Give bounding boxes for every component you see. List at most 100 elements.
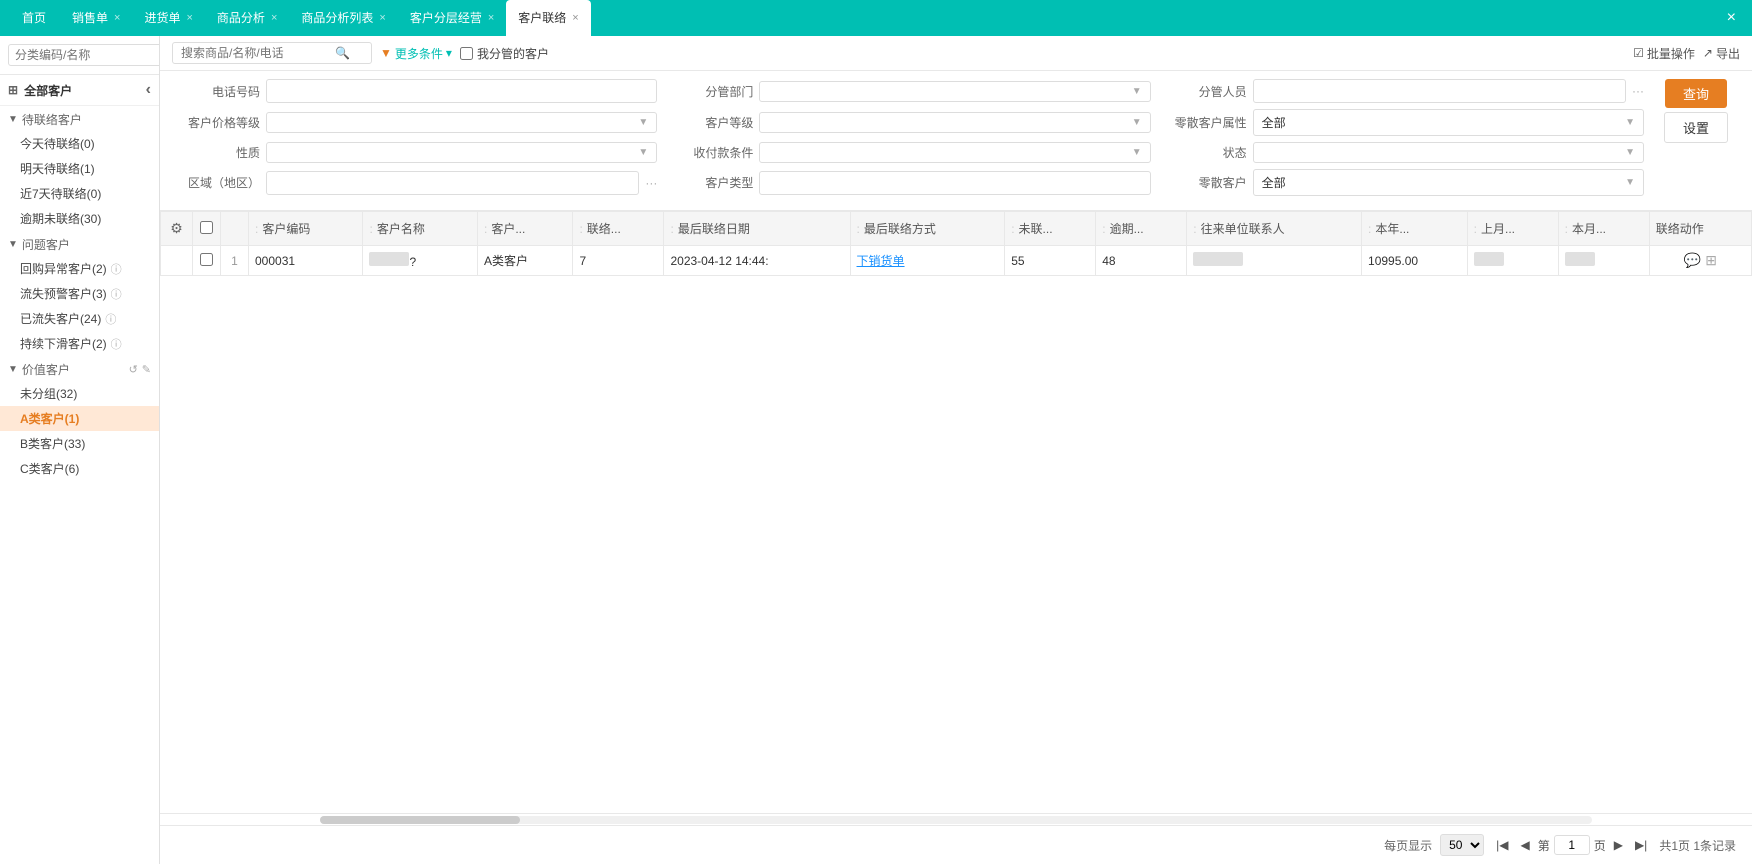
group-triangle-value: ▼ xyxy=(8,364,18,375)
dept-select[interactable]: ▼ xyxy=(759,81,1150,102)
col-this-month[interactable]: :本月... xyxy=(1558,212,1649,246)
retail-customer-select[interactable]: 全部 ▼ xyxy=(1253,169,1644,196)
col-last-contact-method[interactable]: :最后联络方式 xyxy=(850,212,1005,246)
retail-attr-select[interactable]: 全部 ▼ xyxy=(1253,109,1644,136)
sidebar-item-churned[interactable]: 已流失客户(24) ⓘ xyxy=(0,306,159,331)
col-code[interactable]: :客户编码 xyxy=(249,212,363,246)
col-last-month[interactable]: :上月... xyxy=(1467,212,1558,246)
sidebar-search-input[interactable] xyxy=(8,44,160,66)
nav-home[interactable]: 首页 xyxy=(8,0,60,36)
payment-select[interactable]: ▼ xyxy=(759,142,1150,163)
sidebar-group-pending[interactable]: ▼ 待联络客户 xyxy=(0,106,159,131)
nav-tab-purchase[interactable]: 进货单 × xyxy=(132,0,204,36)
col-company-contact[interactable]: :往来单位联系人 xyxy=(1187,212,1362,246)
row-name-cell: ? xyxy=(363,246,477,276)
contact-method-link[interactable]: 下销货单 xyxy=(857,254,905,268)
sidebar-item-b-class[interactable]: B类客户(33) xyxy=(0,431,159,456)
nav-tab-customer-layer[interactable]: 客户分层经营 × xyxy=(398,0,506,36)
close-window-icon[interactable]: × xyxy=(1719,9,1744,27)
info-icon-churned[interactable]: ⓘ xyxy=(105,311,116,327)
status-select[interactable]: ▼ xyxy=(1253,142,1644,163)
col-contact-count[interactable]: :联络... xyxy=(573,212,664,246)
filter-settings-button[interactable]: 设置 xyxy=(1664,112,1728,143)
col-customer-type[interactable]: :客户... xyxy=(477,212,572,246)
close-customer-layer-tab[interactable]: × xyxy=(488,0,494,36)
nature-arrow: ▼ xyxy=(638,147,648,158)
sidebar-group-value[interactable]: ▼ 价值客户 ↺ ✎ xyxy=(0,356,159,381)
customer-grade-label: 客户等级 xyxy=(673,114,753,131)
sidebar-item-repurchase-abnormal[interactable]: 回购异常客户(2) ⓘ xyxy=(0,256,159,281)
sidebar-item-c-class[interactable]: C类客户(6) xyxy=(0,456,159,481)
table-settings-icon[interactable]: ⚙ xyxy=(170,220,183,236)
region-dots[interactable]: ··· xyxy=(645,176,657,190)
qr-action-icon[interactable]: ⊞ xyxy=(1705,252,1717,269)
scroll-thumb[interactable] xyxy=(320,816,520,824)
retail-customer-arrow: ▼ xyxy=(1625,177,1635,188)
phone-input[interactable] xyxy=(266,79,657,103)
row-checkbox-cell[interactable] xyxy=(193,246,221,276)
sidebar-item-declining[interactable]: 持续下滑客户(2) ⓘ xyxy=(0,331,159,356)
col-overdue[interactable]: :逾期... xyxy=(1096,212,1187,246)
horizontal-scrollbar[interactable] xyxy=(160,813,1752,825)
manager-input[interactable] xyxy=(1253,79,1626,103)
page-number-input[interactable] xyxy=(1554,835,1590,855)
col-checkbox[interactable] xyxy=(193,212,221,246)
name-blurred xyxy=(369,252,409,266)
sidebar-item-today-contact[interactable]: 今天待联络(0) xyxy=(0,131,159,156)
export-btn[interactable]: ↗ 导出 xyxy=(1703,45,1740,62)
sidebar-collapse-btn[interactable]: ‹ xyxy=(146,81,151,99)
filter-more-btn[interactable]: ▼ 更多条件 ▾ xyxy=(380,45,452,62)
batch-ops-btn[interactable]: ☑ 批量操作 xyxy=(1633,45,1695,62)
my-customers-checkbox-label[interactable]: 我分管的客户 xyxy=(460,45,549,62)
info-icon-declining[interactable]: ⓘ xyxy=(111,336,122,352)
manager-dots[interactable]: ··· xyxy=(1632,84,1644,98)
filter-cell-customer-type: 客户类型 xyxy=(665,171,1158,195)
customer-grade-select[interactable]: ▼ xyxy=(759,112,1150,133)
payment-arrow: ▼ xyxy=(1132,147,1142,158)
filter-search-icon[interactable]: 🔍 xyxy=(335,46,350,60)
close-analysis-list-tab[interactable]: × xyxy=(379,0,385,36)
page-navigation: |◀ ◀ 第 页 ▶ ▶| xyxy=(1492,835,1651,855)
close-analysis-tab[interactable]: × xyxy=(271,0,277,36)
row-checkbox[interactable] xyxy=(200,253,213,266)
col-last-contact-date[interactable]: :最后联络日期 xyxy=(664,212,850,246)
sidebar-item-overdue-contact[interactable]: 逾期未联络(30) xyxy=(0,206,159,231)
row-no-contact-cell: 55 xyxy=(1005,246,1096,276)
info-icon-churn-warning[interactable]: ⓘ xyxy=(111,286,122,302)
nav-tab-analysis[interactable]: 商品分析 × xyxy=(205,0,289,36)
customer-type-input[interactable] xyxy=(759,171,1150,195)
close-purchase-tab[interactable]: × xyxy=(186,0,192,36)
filter-search-input[interactable] xyxy=(181,46,331,60)
query-button[interactable]: 查询 xyxy=(1665,79,1727,108)
my-customers-checkbox[interactable] xyxy=(460,47,473,60)
sidebar-item-7day-contact[interactable]: 近7天待联络(0) xyxy=(0,181,159,206)
chat-action-icon[interactable]: 💬 xyxy=(1684,252,1701,269)
col-this-year[interactable]: :本年... xyxy=(1362,212,1468,246)
col-settings[interactable]: ⚙ xyxy=(161,212,193,246)
price-grade-select[interactable]: ▼ xyxy=(266,112,657,133)
data-table-container: ⚙ :客户编码 :客户名称 :客户... :联络... :最后联络日期 :最后联… xyxy=(160,211,1752,813)
sidebar-group-problem[interactable]: ▼ 问题客户 xyxy=(0,231,159,256)
nav-tab-customer-contact[interactable]: 客户联络 × xyxy=(506,0,590,36)
sidebar-item-a-class[interactable]: A类客户(1) xyxy=(0,406,159,431)
sidebar-item-ungrouped[interactable]: 未分组(32) xyxy=(0,381,159,406)
select-all-checkbox[interactable] xyxy=(200,221,213,234)
region-input[interactable] xyxy=(266,171,639,195)
last-page-btn[interactable]: ▶| xyxy=(1631,836,1651,854)
sidebar-item-tomorrow-contact[interactable]: 明天待联络(1) xyxy=(0,156,159,181)
close-customer-contact-tab[interactable]: × xyxy=(572,0,578,36)
nav-tab-analysis-list[interactable]: 商品分析列表 × xyxy=(289,0,397,36)
nav-tab-sales[interactable]: 销售单 × xyxy=(60,0,132,36)
next-page-btn[interactable]: ▶ xyxy=(1610,836,1627,854)
sidebar-item-churn-warning[interactable]: 流失预警客户(3) ⓘ xyxy=(0,281,159,306)
prev-page-btn[interactable]: ◀ xyxy=(1516,836,1533,854)
nature-select[interactable]: ▼ xyxy=(266,142,657,163)
first-page-btn[interactable]: |◀ xyxy=(1492,836,1512,854)
close-sales-tab[interactable]: × xyxy=(114,0,120,36)
col-name[interactable]: :客户名称 xyxy=(363,212,477,246)
per-page-select[interactable]: 50 xyxy=(1440,834,1484,856)
col-no-contact[interactable]: :未联... xyxy=(1005,212,1096,246)
refresh-group-icon[interactable]: ↺ xyxy=(129,363,138,376)
edit-group-icon[interactable]: ✎ xyxy=(142,363,151,376)
info-icon-repurchase[interactable]: ⓘ xyxy=(111,261,122,277)
